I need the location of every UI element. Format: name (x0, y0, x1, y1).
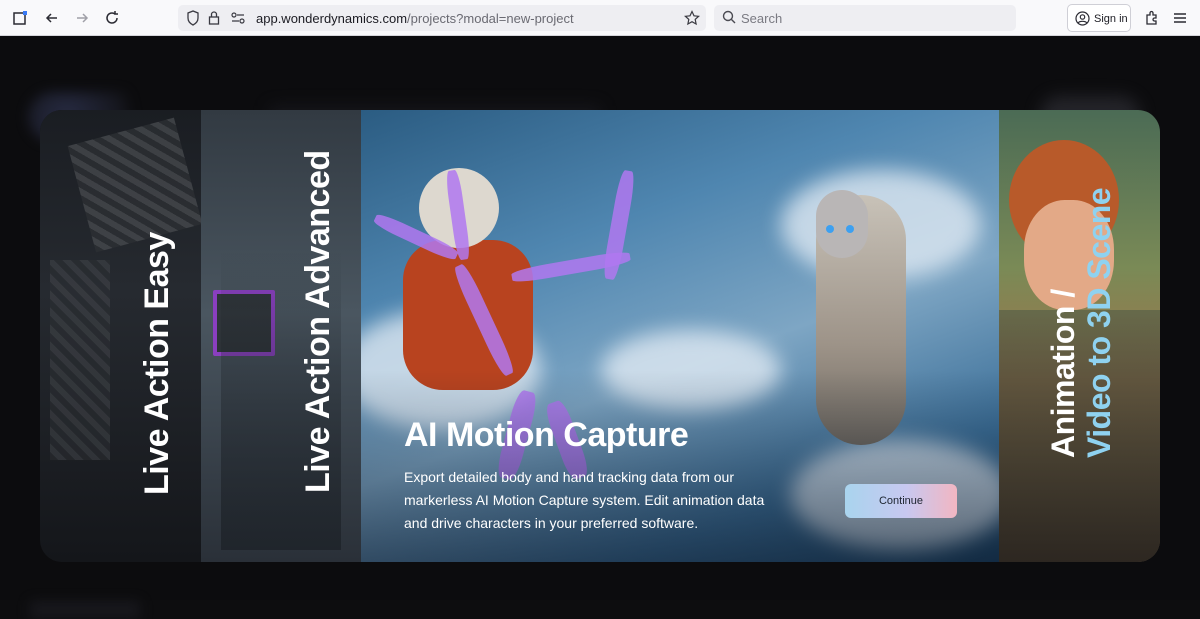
shield-icon[interactable] (186, 10, 200, 31)
panel-label: Live Action Easy (138, 232, 176, 495)
extensions-icon[interactable] (1140, 6, 1164, 30)
bookmark-star-icon[interactable] (684, 10, 700, 31)
back-icon[interactable] (40, 6, 64, 30)
continue-button[interactable]: Continue (845, 484, 957, 518)
astronaut-body-image (403, 240, 533, 390)
new-project-modal: Live Action Easy Live Action Advanced AI… (40, 110, 1160, 562)
menu-icon[interactable] (1168, 6, 1192, 30)
panel-ai-motion-capture[interactable]: AI Motion Capture Export detailed body a… (361, 110, 999, 562)
lock-icon[interactable] (208, 10, 220, 31)
reload-icon[interactable] (100, 6, 124, 30)
sign-in-button[interactable]: Sign in (1067, 4, 1131, 32)
forward-icon[interactable] (70, 6, 94, 30)
search-bar[interactable]: Search (714, 5, 1016, 31)
panel-label: Animation / Video to 3D Scene (1045, 188, 1117, 458)
address-bar[interactable]: app.wonderdynamics.com/projects?modal=ne… (178, 5, 706, 31)
sign-in-label: Sign in (1094, 13, 1128, 25)
robot-cables-image (50, 260, 110, 460)
panel-live-action-easy[interactable]: Live Action Easy (40, 110, 201, 562)
search-placeholder: Search (741, 11, 783, 26)
skeleton-bone (601, 169, 637, 281)
browser-toolbar: app.wonderdynamics.com/projects?modal=ne… (0, 0, 1200, 36)
panel-label-line2: Video to 3D Scene (1081, 187, 1117, 458)
robot-eye (846, 225, 854, 233)
robot-arm-image (67, 117, 201, 253)
search-icon (722, 10, 736, 29)
panel-label-line1: Animation / (1045, 289, 1081, 458)
panel-description: Export detailed body and hand tracking d… (404, 469, 765, 531)
account-icon (1075, 11, 1090, 31)
permissions-icon[interactable] (230, 11, 246, 30)
panel-label: Live Action Advanced (299, 150, 337, 493)
url-text[interactable]: app.wonderdynamics.com/projects?modal=ne… (256, 11, 574, 26)
blurred-footer-text (30, 601, 140, 619)
panel-live-action-advanced[interactable]: Live Action Advanced (201, 110, 361, 562)
robot-head-image (816, 190, 868, 258)
panel-title: AI Motion Capture (404, 416, 689, 454)
sidebar-toggle-icon[interactable] (8, 6, 32, 30)
url-path: /projects?modal=new-project (407, 11, 574, 26)
robot-eye (826, 225, 834, 233)
panel-animation-video-to-3d[interactable]: Animation / Video to 3D Scene (999, 110, 1160, 562)
url-host: app.wonderdynamics.com (256, 11, 408, 26)
